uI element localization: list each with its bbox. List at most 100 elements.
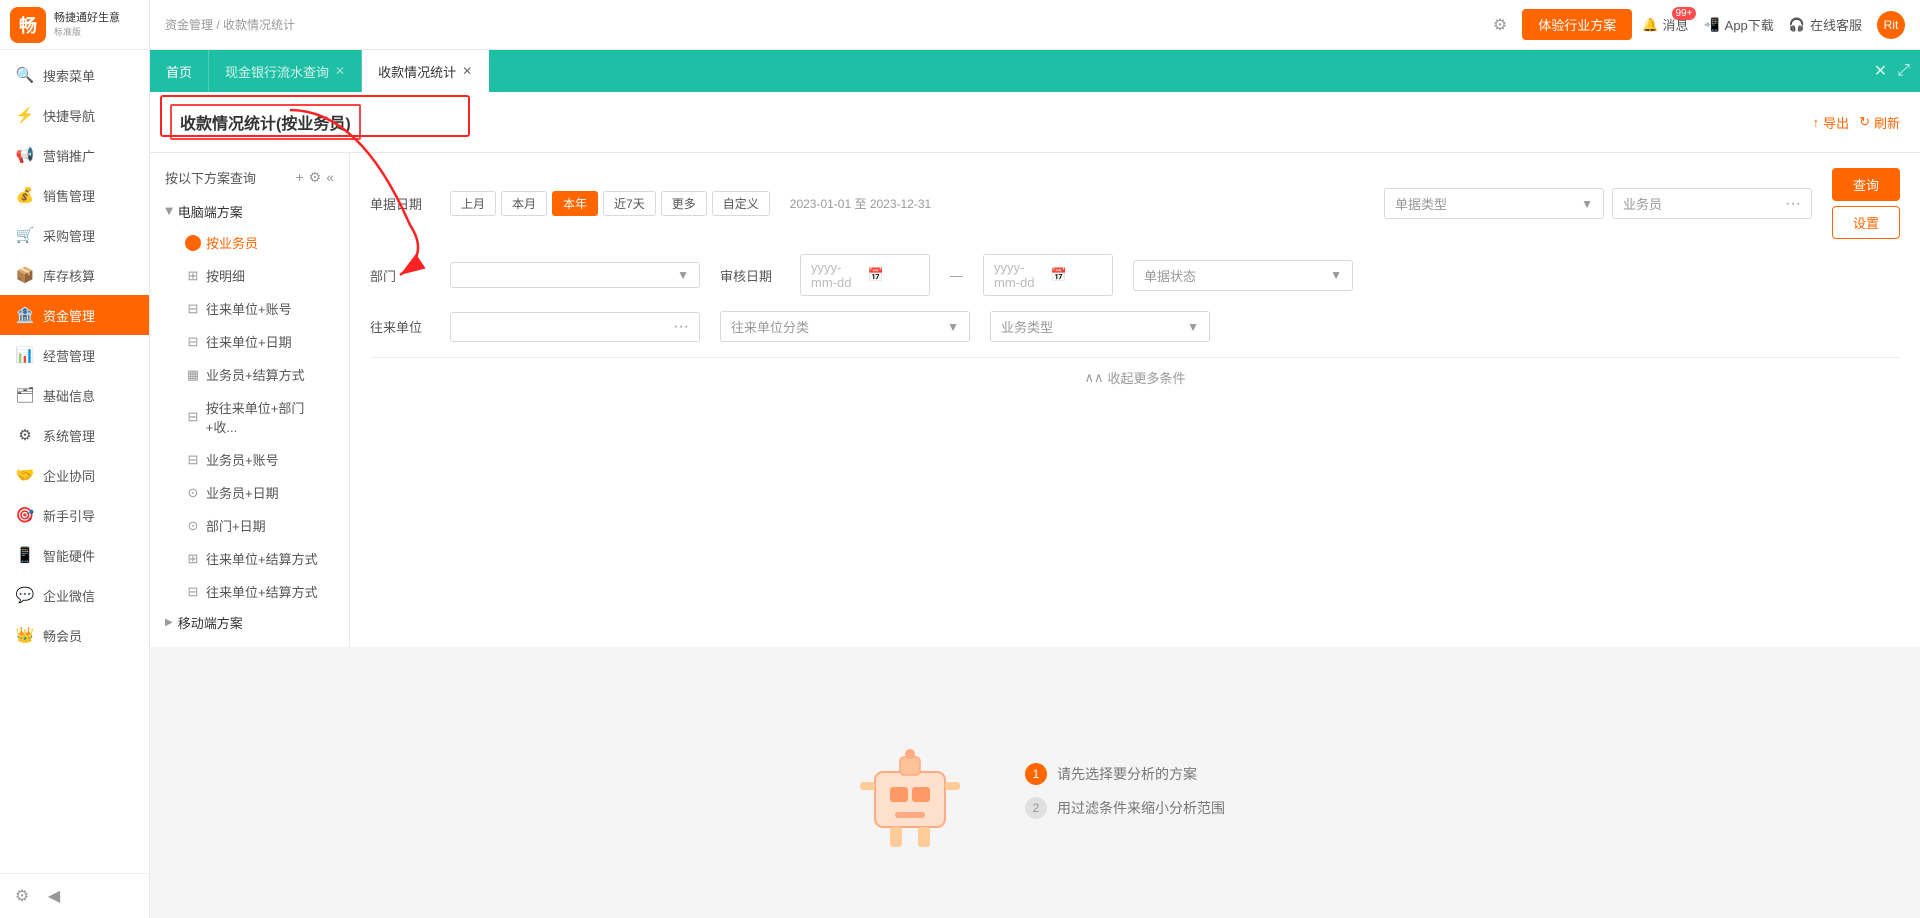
- trial-button[interactable]: 体验行业方案: [1522, 9, 1632, 40]
- business-type-select[interactable]: 业务类型 ▼: [990, 311, 1210, 342]
- date-separator: —: [950, 268, 963, 283]
- voucher-status-select[interactable]: 单据状态 ▼: [1133, 260, 1353, 291]
- scheme-item-counterpart-dept[interactable]: ⊟ 按往来单位+部门+收...: [150, 391, 349, 443]
- sidebar-item-basicinfo[interactable]: 🗂 基础信息: [0, 375, 149, 415]
- search-icon: 🔍: [15, 65, 35, 85]
- sidebar-item-marketing[interactable]: 📢 营销推广: [0, 135, 149, 175]
- settings-button[interactable]: ⚙: [1493, 15, 1507, 35]
- counterpart-select[interactable]: ···: [450, 312, 700, 342]
- scheme-icon-salesperson-settlement: ▦: [185, 367, 201, 383]
- footer-settings-icon[interactable]: ⚙: [10, 884, 34, 908]
- sidebar-item-sales[interactable]: 💰 销售管理: [0, 175, 149, 215]
- sidebar-label-system: 系统管理: [43, 426, 95, 445]
- step-2-label: 用过滤条件来缩小分析范围: [1057, 798, 1225, 818]
- scheme-header-label: 按以下方案查询: [165, 168, 256, 187]
- breadcrumb: 资金管理 / 收款情况统计: [165, 16, 1483, 33]
- scheme-item-counterpart-settlement1[interactable]: ⊞ 往来单位+结算方式: [150, 542, 349, 575]
- header-actions: 🔔 消息 99+ 📲 App下载 🎧 在线客服 Rit: [1642, 11, 1905, 39]
- voucher-type-select[interactable]: 单据类型 ▼: [1384, 188, 1604, 219]
- collapse-icon: ∧∧: [1084, 370, 1103, 386]
- export-button[interactable]: ↑ 导出: [1813, 113, 1850, 132]
- scheme-collapse-icon[interactable]: «: [326, 169, 334, 186]
- review-date-from[interactable]: yyyy-mm-dd 📅: [800, 254, 930, 296]
- scheme-category-pc[interactable]: ▶ 电脑端方案: [150, 197, 349, 226]
- sidebar-item-member[interactable]: 👑 畅会员: [0, 615, 149, 655]
- scheme-item-salesperson-date[interactable]: ⊙ 业务员+日期: [150, 476, 349, 509]
- date-tab-last7[interactable]: 近7天: [603, 191, 656, 216]
- scheme-item-counterpart-settlement2[interactable]: ⊟ 往来单位+结算方式: [150, 575, 349, 608]
- sidebar-item-operations[interactable]: 📊 经营管理: [0, 335, 149, 375]
- date-range-display: 2023-01-01 至 2023-12-31: [790, 195, 931, 212]
- query-button[interactable]: 查询: [1832, 168, 1900, 201]
- scheme-item-label-salesperson: 按业务员: [206, 233, 258, 252]
- scheme-icon-counterpart-account: ⊟: [185, 301, 201, 317]
- inventory-icon: 📦: [15, 265, 35, 285]
- sidebar-item-finance[interactable]: 🏦 资金管理: [0, 295, 149, 335]
- settings-button-filter[interactable]: 设置: [1832, 206, 1900, 239]
- scheme-item-label-dept-date: 部门+日期: [206, 516, 266, 535]
- sidebar-item-system[interactable]: ⚙ 系统管理: [0, 415, 149, 455]
- tab-home[interactable]: 首页: [150, 50, 209, 92]
- sidebar-label-wechat: 企业微信: [43, 586, 95, 605]
- review-date-to-placeholder: yyyy-mm-dd: [994, 260, 1046, 290]
- sidebar-item-enterprise[interactable]: 🤝 企业协同: [0, 455, 149, 495]
- scheme-add-icon[interactable]: +: [295, 169, 303, 186]
- date-tab-this-month[interactable]: 本月: [501, 191, 547, 216]
- department-select[interactable]: ▼: [450, 262, 700, 288]
- collapse-button[interactable]: ∧∧ 收起更多条件: [370, 357, 1900, 397]
- empty-illustration: [845, 732, 975, 862]
- date-tab-last-month[interactable]: 上月: [450, 191, 496, 216]
- tab-bank-close[interactable]: ✕: [335, 64, 345, 78]
- sidebar-item-inventory[interactable]: 📦 库存核算: [0, 255, 149, 295]
- date-tab-custom[interactable]: 自定义: [712, 191, 770, 216]
- tab-close-icon[interactable]: ✕: [1874, 61, 1887, 81]
- online-service-button[interactable]: 🎧 在线客服: [1789, 15, 1862, 34]
- sidebar-item-guide[interactable]: 🎯 新手引导: [0, 495, 149, 535]
- orange-dot: [185, 235, 201, 251]
- scheme-item-by-detail[interactable]: ⊞ 按明细: [150, 259, 349, 292]
- scheme-item-label-detail: 按明细: [206, 266, 245, 285]
- refresh-label: 刷新: [1874, 113, 1900, 132]
- guide-icon: 🎯: [15, 505, 35, 525]
- footer-collapse-icon[interactable]: ◀: [42, 884, 66, 908]
- dept-arrow: ▼: [677, 268, 689, 282]
- tab-receipt-close[interactable]: ✕: [462, 64, 472, 78]
- export-icon: ↑: [1813, 115, 1820, 130]
- scheme-item-counterpart-account[interactable]: ⊟ 往来单位+账号: [150, 292, 349, 325]
- business-type-arrow: ▼: [1187, 320, 1199, 334]
- tab-maximize-icon[interactable]: ⤢: [1897, 62, 1910, 80]
- sidebar-item-wechat[interactable]: 💬 企业微信: [0, 575, 149, 615]
- user-avatar[interactable]: Rit: [1877, 11, 1905, 39]
- sidebar-item-search[interactable]: 🔍 搜索菜单: [0, 55, 149, 95]
- tab-bar-actions: ✕ ⤢: [1874, 50, 1920, 92]
- scheme-item-salesperson-settlement[interactable]: ▦ 业务员+结算方式: [150, 358, 349, 391]
- tab-receipt[interactable]: 收款情况统计 ✕: [362, 50, 489, 92]
- scheme-item-label-salesperson-settlement: 业务员+结算方式: [206, 365, 305, 384]
- logo-name: 畅捷通好生意: [54, 11, 120, 25]
- notification-button[interactable]: 🔔 消息 99+: [1642, 15, 1688, 34]
- scheme-item-salesperson-account[interactable]: ⊟ 业务员+账号: [150, 443, 349, 476]
- app-download-button[interactable]: 📲 App下载: [1703, 15, 1773, 34]
- system-icon: ⚙: [15, 425, 35, 445]
- sidebar-item-purchase[interactable]: 🛒 采购管理: [0, 215, 149, 255]
- scheme-item-by-salesperson[interactable]: 按业务员: [150, 226, 349, 259]
- scheme-item-counterpart-date[interactable]: ⊟ 往来单位+日期: [150, 325, 349, 358]
- sidebar-item-quicknav[interactable]: ⚡ 快捷导航: [0, 95, 149, 135]
- sidebar-item-smarthw[interactable]: 📱 智能硬件: [0, 535, 149, 575]
- expand-arrow-pc: ▶: [163, 208, 174, 216]
- scheme-category-mobile[interactable]: ▶ 移动端方案: [150, 608, 349, 637]
- tab-bank[interactable]: 现金银行流水查询 ✕: [209, 50, 362, 92]
- scheme-settings-icon[interactable]: ⚙: [309, 169, 322, 186]
- scheme-item-dept-date[interactable]: ⊙ 部门+日期: [150, 509, 349, 542]
- voucher-status-arrow: ▼: [1330, 268, 1342, 282]
- notification-badge: 99+: [1672, 7, 1697, 20]
- sidebar-footer: ⚙ ◀: [0, 873, 149, 918]
- refresh-button[interactable]: ↻ 刷新: [1859, 113, 1900, 132]
- date-tab-more[interactable]: 更多: [661, 191, 707, 216]
- sidebar-label-operations: 经营管理: [43, 346, 95, 365]
- salesperson-select[interactable]: 业务员 ···: [1612, 188, 1812, 219]
- date-tab-this-year[interactable]: 本年: [552, 191, 598, 216]
- purchase-icon: 🛒: [15, 225, 35, 245]
- review-date-to[interactable]: yyyy-mm-dd 📅: [983, 254, 1113, 296]
- counterpart-category-select[interactable]: 往来单位分类 ▼: [720, 311, 970, 342]
